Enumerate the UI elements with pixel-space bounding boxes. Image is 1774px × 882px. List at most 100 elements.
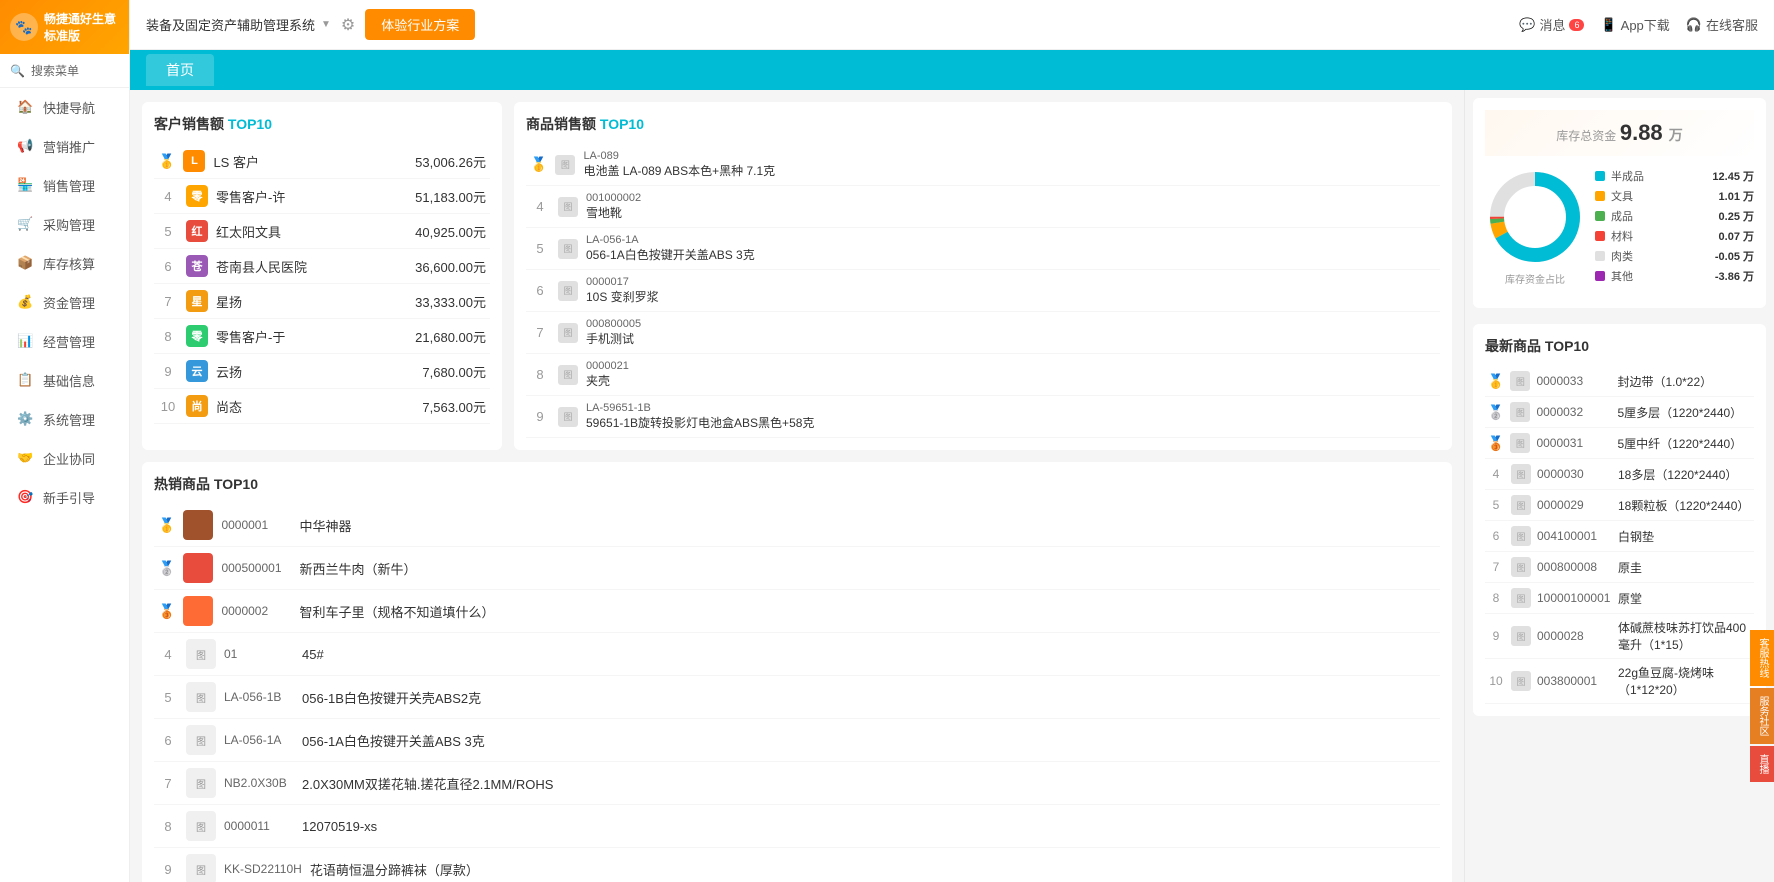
search-label: 搜索菜单 [31,62,79,79]
table-row: 8 图 0000021 夹壳 [526,354,1440,396]
legend-item: 文具 1.01 万 [1595,186,1754,206]
ai-chat-button[interactable]: 直播 [1750,746,1774,782]
donut-section: 库存资金占比 半成品 12.45 万 文具 1.01 万 成品 0.25 万 材… [1485,156,1754,296]
sidebar: 🐾 畅捷通好生意 标准版 🔍 搜索菜单 🏠 快捷导航📢 营销推广🏪 销售管理🛒 … [0,0,130,882]
donut-chart-wrapper: 库存资金占比 [1485,167,1585,286]
product-code: 0000002 [221,604,291,618]
product-icon: 图 [555,155,575,175]
sidebar-item-quicknav[interactable]: 🏠 快捷导航 [0,88,129,127]
sidebar-item-sales[interactable]: 🏪 销售管理 [0,166,129,205]
sidebar-item-finance[interactable]: 💰 资金管理 [0,283,129,322]
sidebar-item-system[interactable]: ⚙️ 系统管理 [0,400,129,439]
rank-number: 6 [530,283,550,298]
gold-medal-icon: 🥇 [1487,373,1504,390]
nav-icon-basic: 📋 [17,372,35,390]
product-code: 10000100001 [1537,591,1612,605]
product-name: 花语萌恒温分蹄裤袜（厚款） [310,860,1436,879]
rank-number: 6 [1487,529,1505,543]
rank-number: 4 [1487,467,1505,481]
list-item: 🥇 0000001 中华神器 [154,504,1440,547]
legend-label: 半成品 [1611,168,1706,184]
trial-button[interactable]: 体验行业方案 [365,9,475,40]
customer-name: 苍南县人民医院 [216,257,407,276]
message-label: 消息 [1539,15,1565,34]
nav-label-inventory: 库存核算 [43,254,95,273]
message-button[interactable]: 💬 消息 6 [1519,15,1584,34]
rank-badge: 云 [186,360,208,382]
product-icon: 图 [1511,526,1531,546]
product-name: 智利车子里（规格不知道填什么） [299,602,1436,621]
product-name: 5厘多层（1220*2440） [1617,404,1752,421]
list-item: 7 图 NB2.0X30B 2.0X30MM双搓花轴.搓花直径2.1MM/ROH… [154,762,1440,805]
sidebar-item-collab[interactable]: 🤝 企业协同 [0,439,129,478]
rank-number: 8 [158,819,178,834]
sidebar-item-inventory[interactable]: 📦 库存核算 [0,244,129,283]
sidebar-item-marketing[interactable]: 📢 营销推广 [0,127,129,166]
product-name: 45# [302,647,1436,662]
nav-label-guide: 新手引导 [43,488,95,507]
phone-icon: 📱 [1600,17,1616,33]
nav-label-basic: 基础信息 [43,371,95,390]
legend-label: 材料 [1611,228,1713,244]
rank-number: 9 [158,364,178,379]
topbar-right: 💬 消息 6 📱 App下载 🎧 在线客服 [1519,15,1758,34]
bronze-medal-icon: 🥉 [1487,435,1504,452]
product-thumbnail [183,596,213,626]
rank-number: 7 [158,294,178,309]
product-thumbnail: 图 [186,725,216,755]
nav-icon-finance: 💰 [17,294,35,312]
product-icon: 图 [558,407,578,427]
app-download-button[interactable]: 📱 App下载 [1600,15,1669,34]
service-community-button[interactable]: 服务社区 [1750,688,1774,744]
legend-value: -3.86 万 [1715,268,1754,284]
app-label: App下载 [1621,15,1670,34]
customer-name: 星扬 [216,292,407,311]
sidebar-search[interactable]: 🔍 搜索菜单 [0,54,129,88]
sidebar-item-guide[interactable]: 🎯 新手引导 [0,478,129,517]
latest-products-title: 最新商品 TOP10 [1485,336,1754,356]
product-code: LA-59651-1B [586,402,1436,414]
rank-number: 10 [158,399,178,414]
product-name: 白钢垫 [1618,528,1752,545]
content-area: 客户销售额 TOP10 🥇 L LS 客户 53,006.26元 4 零 零售客… [130,90,1774,882]
settings-icon[interactable]: ⚙ [341,15,355,35]
list-item: 🥉 0000002 智利车子里（规格不知道填什么） [154,590,1440,633]
product-name: 59651-1B旋转投影灯电池盒ABS黑色+58克 [586,414,1436,431]
hot-products-title: 热销商品 TOP10 [154,474,1440,494]
rank-badge: L [183,150,205,172]
customer-service-button[interactable]: 客服热线 [1750,630,1774,686]
nav-icon-purchase: 🛒 [17,216,35,234]
gold-medal-icon: 🥇 [530,156,547,173]
hot-products-card: 热销商品 TOP10 🥇 0000001 中华神器 🥈 000500001 新西… [142,462,1452,882]
product-name: 12070519-xs [302,819,1436,834]
inventory-value: 9.88 [1620,120,1663,145]
product-code: 0000028 [1537,629,1612,643]
message-icon: 💬 [1519,17,1535,33]
top-section: 客户销售额 TOP10 🥇 L LS 客户 53,006.26元 4 零 零售客… [142,102,1452,450]
nav-icon-marketing: 📢 [17,138,35,156]
list-item: 🥈 图 0000032 5厘多层（1220*2440） [1485,397,1754,428]
main-container: 装备及固定资产辅助管理系统 ▼ ⚙ 体验行业方案 💬 消息 6 📱 App下载 … [130,0,1774,882]
product-thumbnail: 图 [186,811,216,841]
product-code: 0000029 [1537,498,1612,512]
home-tab[interactable]: 首页 [146,54,214,86]
legend-value: 0.07 万 [1719,228,1754,244]
customer-amount: 51,183.00元 [415,187,486,206]
rank-number: 5 [158,690,178,705]
sidebar-item-operations[interactable]: 📊 经营管理 [0,322,129,361]
nav-icon-sales: 🏪 [17,177,35,195]
rank-number: 4 [530,199,550,214]
customer-amount: 53,006.26元 [415,152,486,171]
silver-medal-icon: 🥈 [158,560,175,577]
list-item: 6 图 LA-056-1A 056-1A白色按键开关盖ABS 3克 [154,719,1440,762]
table-row: 5 红 红太阳文具 40,925.00元 [154,214,490,249]
legend-color [1595,211,1605,221]
system-selector[interactable]: 装备及固定资产辅助管理系统 ▼ [146,15,331,34]
legend-color [1595,231,1605,241]
list-item: 5 图 LA-056-1B 056-1B白色按键开关壳ABS2克 [154,676,1440,719]
sidebar-item-purchase[interactable]: 🛒 采购管理 [0,205,129,244]
legend-value: 12.45 万 [1712,168,1754,184]
customer-amount: 7,563.00元 [422,397,486,416]
sidebar-item-basic[interactable]: 📋 基础信息 [0,361,129,400]
online-service-button[interactable]: 🎧 在线客服 [1686,15,1758,34]
